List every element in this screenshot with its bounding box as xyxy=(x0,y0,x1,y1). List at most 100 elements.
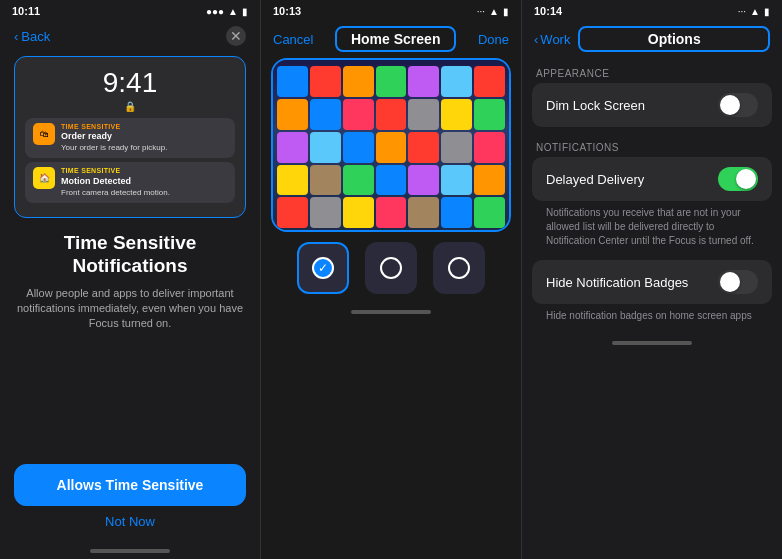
home-bar xyxy=(90,549,170,553)
app-icon xyxy=(343,132,374,163)
app-icon xyxy=(310,132,341,163)
app-icon xyxy=(474,66,505,97)
allows-time-sensitive-button[interactable]: Allows Time Sensitive xyxy=(14,464,246,506)
app-icon xyxy=(310,99,341,130)
panel-focus-options: 10:14 ··· ▲ ▮ ‹ Work Options APPEARANCE … xyxy=(522,0,782,559)
work-back-button[interactable]: ‹ Work xyxy=(534,32,570,47)
app-icon xyxy=(441,66,472,97)
app-icon xyxy=(408,99,439,130)
cancel-button[interactable]: Cancel xyxy=(273,32,313,47)
not-now-button[interactable]: Not Now xyxy=(14,514,246,529)
app-icon xyxy=(343,197,374,228)
dim-lock-toggle[interactable] xyxy=(718,93,758,117)
notif-content-2: TIME SENSITIVE Motion Detected Front cam… xyxy=(61,167,170,197)
lock-screen-preview: 9:41 🔒 🛍 TIME SENSITIVE Order ready Your… xyxy=(14,56,246,218)
layout-circle-2[interactable] xyxy=(365,242,417,294)
status-icons-3: ··· ▲ ▮ xyxy=(738,6,770,17)
home-indicator-2 xyxy=(261,304,521,320)
hide-badges-desc: Hide notification badges on home screen … xyxy=(532,305,772,331)
app-icon xyxy=(408,66,439,97)
status-icons-2: ··· ▲ ▮ xyxy=(477,6,509,17)
signal-icon: ●●● xyxy=(206,6,224,17)
app-icon xyxy=(277,197,308,228)
hide-badges-row: Hide Notification Badges xyxy=(532,260,772,304)
app-icon xyxy=(474,165,505,196)
homescreen-preview xyxy=(271,58,511,232)
p3-navigation: ‹ Work Options xyxy=(522,22,782,58)
wifi-icon: ▲ xyxy=(228,6,238,17)
notification-banner-2: 🏠 TIME SENSITIVE Motion Detected Front c… xyxy=(25,162,235,202)
app-icon xyxy=(376,99,407,130)
panel-time-sensitive: 10:11 ●●● ▲ ▮ ‹ Back ✕ 9:41 🔒 🛍 TIME SEN… xyxy=(0,0,261,559)
battery-icon-3: ▮ xyxy=(764,6,770,17)
chevron-left-icon: ‹ xyxy=(14,29,18,44)
panel-home-screen: 10:13 ··· ▲ ▮ Cancel Home Screen Done xyxy=(261,0,522,559)
layout-options-row: ✓ xyxy=(261,232,521,304)
empty-circle xyxy=(380,257,402,279)
hide-badges-toggle[interactable] xyxy=(718,270,758,294)
app-grid xyxy=(273,60,509,230)
layout-option-1[interactable]: ✓ xyxy=(297,242,349,294)
delayed-delivery-toggle[interactable] xyxy=(718,167,758,191)
p2-navigation: Cancel Home Screen Done xyxy=(261,22,521,58)
options-tab-active[interactable]: Options xyxy=(578,26,770,52)
empty-circle-2 xyxy=(448,257,470,279)
app-icon xyxy=(441,165,472,196)
dim-lock-label: Dim Lock Screen xyxy=(546,98,645,113)
notification-banner-1: 🛍 TIME SENSITIVE Order ready Your order … xyxy=(25,118,235,158)
app-icon xyxy=(376,197,407,228)
dim-lock-group: Dim Lock Screen xyxy=(522,83,782,128)
status-icons-1: ●●● ▲ ▮ xyxy=(206,6,248,17)
hide-badges-group: Hide Notification Badges Hide notificati… xyxy=(522,260,782,331)
close-button[interactable]: ✕ xyxy=(226,26,246,46)
app-icon xyxy=(343,230,374,232)
bag-icon: 🛍 xyxy=(40,129,49,139)
app-icon xyxy=(343,99,374,130)
home-indicator-3 xyxy=(522,335,782,351)
app-icon xyxy=(441,197,472,228)
home-screen-title: Home Screen xyxy=(335,26,456,52)
home-bar-2 xyxy=(351,310,431,314)
chevron-left-icon-3: ‹ xyxy=(534,32,538,47)
app-icon xyxy=(277,165,308,196)
app-icon xyxy=(310,165,341,196)
signal-icon-2: ··· xyxy=(477,6,485,17)
heading-time-sensitive: Time Sensitive Notifications xyxy=(64,232,197,278)
status-bar-3: 10:14 ··· ▲ ▮ xyxy=(522,0,782,22)
back-button[interactable]: ‹ Back xyxy=(14,29,50,44)
done-button[interactable]: Done xyxy=(478,32,509,47)
app-icon xyxy=(408,165,439,196)
lock-icon: 🔒 xyxy=(25,101,235,112)
app-icon xyxy=(277,132,308,163)
notifications-section-label: NOTIFICATIONS xyxy=(522,132,782,157)
delayed-delivery-desc: Notifications you receive that are not i… xyxy=(532,202,772,256)
layout-circle-3[interactable] xyxy=(433,242,485,294)
layout-option-2[interactable] xyxy=(365,242,417,294)
app-icon xyxy=(441,132,472,163)
app-icon xyxy=(376,132,407,163)
app-icon xyxy=(441,99,472,130)
home-bar-3 xyxy=(612,341,692,345)
app-icon xyxy=(408,132,439,163)
app-icon xyxy=(310,197,341,228)
status-bar-1: 10:11 ●●● ▲ ▮ xyxy=(0,0,260,22)
notif-content-1: TIME SENSITIVE Order ready Your order is… xyxy=(61,123,167,153)
layout-circle-1[interactable]: ✓ xyxy=(297,242,349,294)
app-icon xyxy=(376,165,407,196)
app-icon xyxy=(310,66,341,97)
app-icon xyxy=(474,99,505,130)
app-icon xyxy=(441,230,472,232)
status-time-1: 10:11 xyxy=(12,5,40,17)
delayed-delivery-group: Delayed Delivery Notifications you recei… xyxy=(522,157,782,256)
app-icon xyxy=(376,66,407,97)
app-icon xyxy=(343,165,374,196)
app-icon xyxy=(376,230,407,232)
wifi-icon-3: ▲ xyxy=(750,6,760,17)
layout-option-3[interactable] xyxy=(433,242,485,294)
status-time-2: 10:13 xyxy=(273,5,301,17)
delayed-delivery-label: Delayed Delivery xyxy=(546,172,644,187)
app-icon xyxy=(343,66,374,97)
close-icon: ✕ xyxy=(230,28,242,44)
signal-icon-3: ··· xyxy=(738,6,746,17)
app-icon xyxy=(474,197,505,228)
